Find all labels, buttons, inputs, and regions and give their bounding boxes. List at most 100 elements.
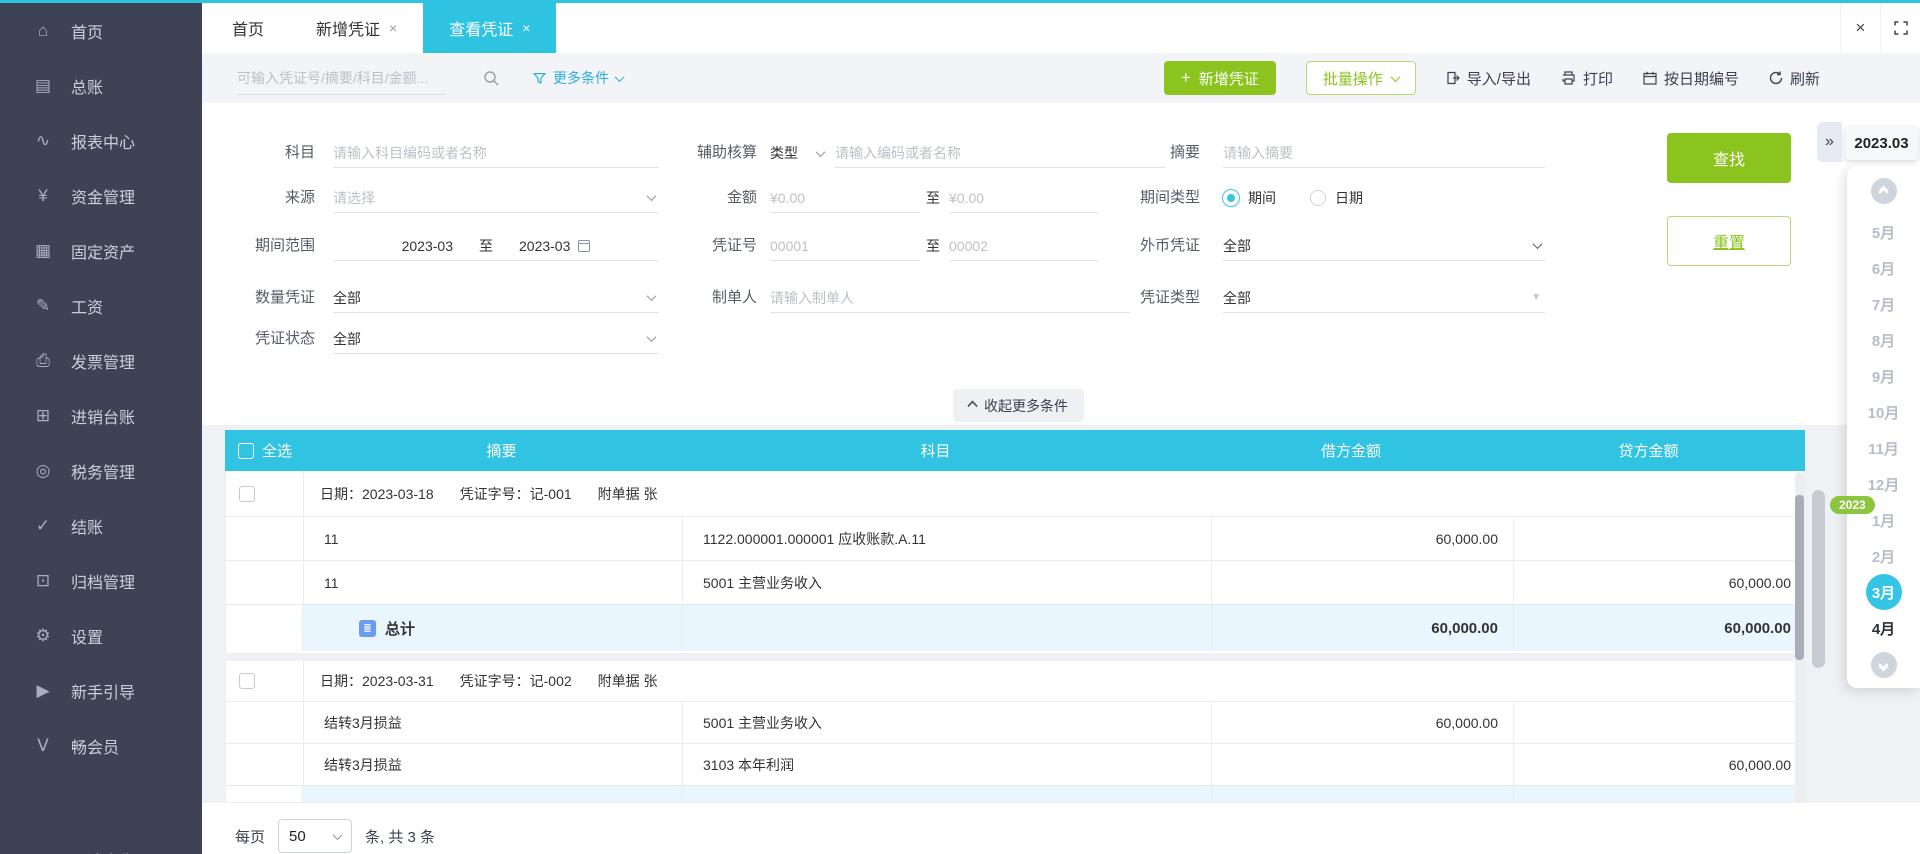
sidebar-item-settings[interactable]: ⚙ 设置	[0, 608, 202, 663]
cell-summary: 11	[303, 561, 682, 604]
month-item[interactable]: 10月	[1868, 394, 1900, 430]
month-item[interactable]: 5月	[1872, 214, 1895, 250]
sidebar-item-label: 首页	[71, 24, 104, 42]
foreign-currency-select[interactable]: 全部	[1223, 231, 1545, 261]
sidebar-item-home[interactable]: ⌂ 首页	[0, 3, 202, 58]
refresh-button[interactable]: 刷新	[1769, 68, 1820, 89]
period-range-input[interactable]: 2023-03 至 2023-03	[333, 231, 659, 261]
chevron-down-icon	[614, 71, 625, 82]
close-tab-icon[interactable]: ×	[522, 20, 530, 36]
row-checkbox[interactable]	[239, 485, 255, 502]
voucher-search-input[interactable]: 可输入凭证号/摘要/科目/金额...	[237, 61, 445, 95]
table-row[interactable]: 结转3月损益 3103 本年利润 60,000.00	[226, 743, 1804, 785]
value: 00002	[949, 237, 988, 254]
month-item[interactable]: 2月	[1872, 538, 1895, 574]
cell-debit: 60,000.00	[1211, 702, 1513, 743]
month-item[interactable]: 9月	[1872, 358, 1895, 394]
amount-label: 金额	[726, 189, 757, 206]
aux-accounting-label: 辅助核算	[696, 144, 757, 161]
summary-input[interactable]: 请输入摘要	[1223, 138, 1545, 168]
search-placeholder: 可输入凭证号/摘要/科目/金额...	[237, 69, 429, 86]
tab-new-voucher[interactable]: 新增凭证 ×	[290, 3, 423, 53]
voucher-no-from-input[interactable]: 00001	[770, 231, 920, 261]
collapse-more-filters-button[interactable]: 收起更多条件	[953, 389, 1084, 422]
subject-input[interactable]: 请输入科目编码或者名称	[333, 138, 659, 168]
month-item-selected[interactable]: 3月	[1865, 574, 1902, 610]
toolbar: 可输入凭证号/摘要/科目/金额... 更多条件 + 新增凭证 批量操作 导入/导出…	[202, 53, 1920, 103]
scroll-months-up-button[interactable]	[1870, 178, 1897, 204]
close-tab-icon[interactable]: ×	[389, 20, 397, 36]
sidebar-item-archive[interactable]: ⊡ 归档管理	[0, 553, 202, 608]
voucher-group-header[interactable]: 日期：2023-03-31 凭证字号：记-002 附单据 张	[226, 661, 1804, 701]
table-row[interactable]: 11 5001 主营业务收入 60,000.00	[226, 560, 1804, 604]
month-item[interactable]: 11月	[1868, 430, 1899, 466]
table-scrollbar[interactable]	[1795, 472, 1804, 803]
fullscreen-button[interactable]	[1880, 3, 1920, 53]
scroll-months-down-button[interactable]	[1870, 652, 1897, 678]
voucher-no-to-input[interactable]: 00002	[949, 231, 1099, 261]
quantity-voucher-label: 数量凭证	[254, 289, 315, 306]
sidebar-item-tax[interactable]: ◎ 税务管理	[0, 443, 202, 498]
aux-type-select[interactable]: 类型	[770, 138, 828, 168]
voucher-group-header[interactable]: 日期：2023-03-18 凭证字号：记-001 附单据 张	[226, 471, 1804, 516]
month-item[interactable]: 8月	[1872, 322, 1895, 358]
quantity-voucher-select[interactable]: 全部	[333, 283, 659, 313]
search-button[interactable]: 查找	[1667, 133, 1791, 183]
month-item[interactable]: 7月	[1872, 286, 1895, 322]
radio-period[interactable]: 期间	[1223, 188, 1276, 208]
voucher-status-select[interactable]: 全部	[333, 324, 659, 354]
sidebar-item-funds[interactable]: ¥ 资金管理	[0, 168, 202, 223]
amount-from-input[interactable]: ¥0.00	[770, 183, 920, 213]
per-page-select[interactable]: 50	[278, 819, 353, 853]
tab-home[interactable]: 首页	[206, 3, 290, 53]
play-icon: ▶	[36, 680, 50, 700]
page-scrollbar-thumb[interactable]	[1812, 490, 1825, 668]
period-from-value[interactable]: 2023-03	[402, 238, 453, 254]
sidebar-item-closing[interactable]: ✓ 结账	[0, 498, 202, 553]
sidebar-item-general-ledger[interactable]: ▤ 总账	[0, 58, 202, 113]
sidebar-item-payroll[interactable]: ✎ 工资	[0, 278, 202, 333]
period-type-label: 期间类型	[1139, 189, 1200, 206]
amount-to-input[interactable]: ¥0.00	[949, 183, 1099, 213]
sidebar-item-purchase-sales[interactable]: ⊞ 进销台账	[0, 388, 202, 443]
source-select[interactable]: 请选择	[333, 183, 659, 213]
reset-button[interactable]: 重置	[1667, 216, 1791, 266]
batch-actions-button[interactable]: 批量操作	[1305, 61, 1416, 95]
voucher-attachment: 附单据 张	[597, 485, 658, 502]
sum-icon: ≣	[359, 619, 376, 637]
tab-view-voucher[interactable]: 查看凭证 ×	[423, 0, 557, 53]
radio-date[interactable]: 日期	[1310, 188, 1363, 208]
total-credit: 60,000.00	[1513, 605, 1804, 651]
select-all-checkbox[interactable]	[238, 442, 254, 459]
close-window-button[interactable]: ×	[1840, 3, 1880, 53]
tab-bar: 首页 新增凭证 × 查看凭证 × ×	[202, 0, 1920, 53]
sidebar-item-guide[interactable]: ▶ 新手引导	[0, 663, 202, 718]
month-item[interactable]: 1月	[1872, 502, 1895, 538]
voucher-type-select[interactable]: 全部 ▼	[1223, 283, 1545, 313]
period-to-value[interactable]: 2023-03	[519, 238, 591, 254]
number-by-date-button[interactable]: 按日期编号	[1643, 68, 1739, 89]
search-icon[interactable]	[483, 70, 499, 86]
import-export-button[interactable]: 导入/导出	[1446, 68, 1531, 89]
sidebar-item-report-center[interactable]: ∿ 报表中心	[0, 113, 202, 168]
sidebar-item-invoices[interactable]: ⎙ 发票管理	[0, 333, 202, 388]
table-row[interactable]: 11 1122.000001.000001 应收账款.A.11 60,000.0…	[226, 516, 1804, 560]
month-item[interactable]: 4月	[1872, 610, 1895, 646]
more-filters-toggle[interactable]: 更多条件	[533, 68, 625, 88]
month-item[interactable]: 12月	[1868, 466, 1900, 502]
sidebar-item-label: 总账	[71, 79, 104, 97]
table-scrollbar-thumb[interactable]	[1795, 495, 1804, 660]
sidebar-item-fixed-assets[interactable]: ▦ 固定资产	[0, 223, 202, 278]
row-checkbox[interactable]	[239, 673, 255, 689]
maker-input[interactable]: 请输入制单人	[770, 283, 1130, 313]
month-item[interactable]: 6月	[1872, 250, 1895, 286]
collapse-panel-handle[interactable]: »	[1817, 122, 1842, 162]
total-label-cell: ≣ 总计	[303, 605, 682, 651]
print-button[interactable]: 打印	[1561, 68, 1613, 89]
selected-value: 类型	[770, 145, 798, 161]
radio-label: 期间	[1248, 190, 1276, 206]
sidebar-item-cancel-ads[interactable]: ◀✕取消广告	[0, 832, 202, 854]
table-row[interactable]: 结转3月损益 5001 主营业务收入 60,000.00	[226, 701, 1804, 743]
new-voucher-button[interactable]: + 新增凭证	[1163, 61, 1276, 95]
sidebar-item-membership[interactable]: Ⅴ 畅会员	[0, 718, 202, 773]
